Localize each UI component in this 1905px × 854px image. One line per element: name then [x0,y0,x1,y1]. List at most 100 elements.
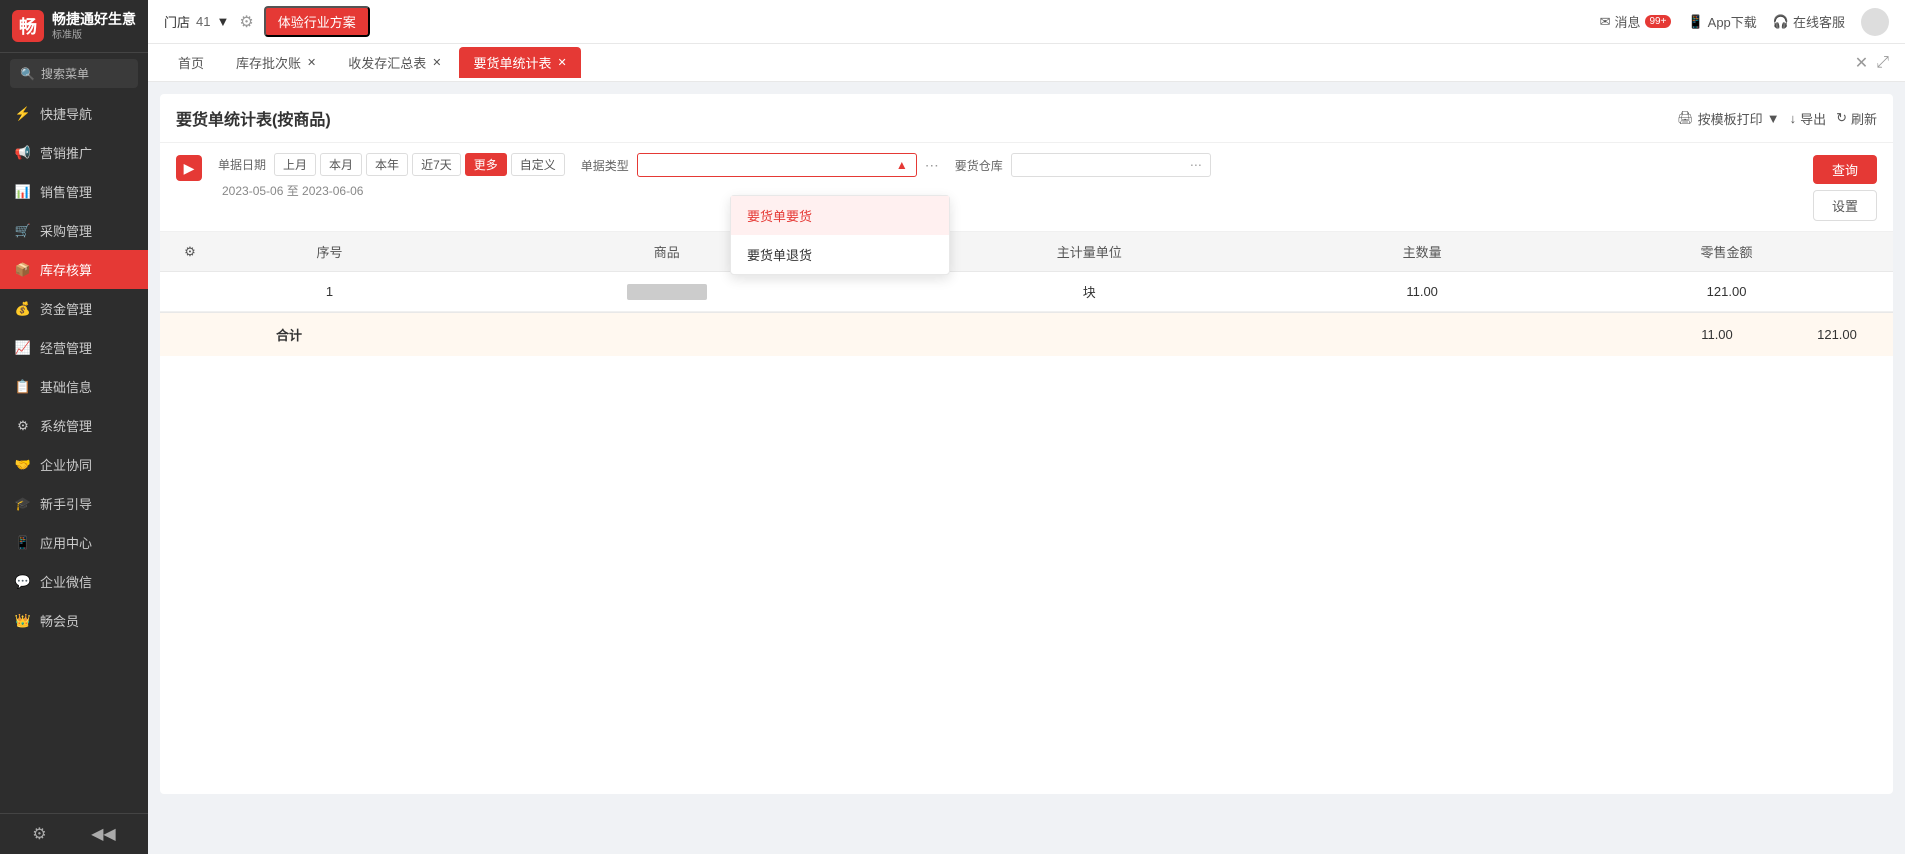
filter-bar: ▶ 单据日期 上月 本月 本年 近7天 更多 自定义 [160,143,1893,232]
warehouse-select-field[interactable]: ⋯ [1011,153,1211,177]
member-icon: 👑 [14,612,32,630]
sidebar-item-label: 销售管理 [40,182,92,201]
store-selector[interactable]: 门店 41 ▼ [164,12,229,31]
refresh-button[interactable]: ↻ 刷新 [1836,109,1877,128]
sidebar-item-basic-info[interactable]: 📋 基础信息 [0,367,148,406]
row-product-cell [439,272,894,312]
dropdown-item-requisition[interactable]: 要货单要货 [731,196,949,235]
footer-total-label: 合计 [276,325,302,344]
col-settings[interactable]: ⚙ [160,232,220,272]
online-service-button[interactable]: 🎧 在线客服 [1773,12,1845,31]
warehouse-more-icon: ⋯ [1190,158,1202,172]
row-amount-cell: 121.00 [1560,272,1893,312]
data-table: ⚙ 序号 商品 主计量单位 主数量 零售金额 1 [160,232,1893,312]
sidebar-item-system[interactable]: ⚙ 系统管理 [0,406,148,445]
col-qty: 主数量 [1284,232,1560,272]
tab-close-icon[interactable]: ✕ [432,56,441,69]
promo-button[interactable]: 体验行业方案 [264,6,370,37]
export-button[interactable]: ↓ 导出 [1790,109,1827,128]
table-container: ⚙ 序号 商品 主计量单位 主数量 零售金额 1 [160,232,1893,312]
query-button[interactable]: 查询 [1813,155,1877,184]
sidebar-item-label: 经营管理 [40,338,92,357]
sidebar-item-quick-nav[interactable]: ⚡ 快捷导航 [0,94,148,133]
type-select-field[interactable]: ▲ [637,153,917,177]
phone-icon: 📱 [1687,14,1703,30]
tabbar: 首页 库存批次账 ✕ 收发存汇总表 ✕ 要货单统计表 ✕ ✕ ⤢ [148,44,1905,82]
content-area: 要货单统计表(按商品) 🖨 按模板打印 ▼ ↓ 导出 ↻ 刷新 [148,82,1905,854]
store-dropdown-icon: ▼ [216,14,229,29]
expand-tabs-icon[interactable]: ⤢ [1876,54,1889,72]
print-icon: 🖨 [1677,110,1694,126]
settings-bottom-icon[interactable]: ⚙ [32,824,46,844]
type-more-icon[interactable]: ⋯ [925,157,939,174]
col-unit: 主计量单位 [894,232,1284,272]
purchase-icon: 🛒 [14,222,32,240]
marketing-icon: 📢 [14,144,32,162]
collaboration-icon: 🤝 [14,456,32,474]
quick-nav-icon: ⚡ [14,105,32,123]
headset-icon: 🎧 [1773,14,1789,30]
messages-button[interactable]: ✉ 消息 99+ [1600,12,1672,31]
guide-icon: 🎓 [14,495,32,513]
tab-label: 库存批次账 [236,53,301,72]
date-btn-this-month[interactable]: 本月 [320,153,362,176]
inventory-icon: 📦 [14,261,32,279]
settings-button[interactable]: 设置 [1813,190,1877,221]
tab-requisition[interactable]: 要货单统计表 ✕ [459,47,580,78]
sidebar-item-label: 企业微信 [40,572,92,591]
topbar-gear-icon[interactable]: ⚙ [239,12,253,32]
user-avatar[interactable] [1861,8,1889,36]
date-btn-last-month[interactable]: 上月 [274,153,316,176]
sidebar-item-collaboration[interactable]: 🤝 企业协同 [0,445,148,484]
dropdown-item-return[interactable]: 要货单退货 [731,235,949,274]
sidebar-item-guide[interactable]: 🎓 新手引导 [0,484,148,523]
table-footer: 合计 11.00 121.00 [160,312,1893,356]
sidebar-item-finance[interactable]: 💰 资金管理 [0,289,148,328]
operations-icon: 📈 [14,339,32,357]
sidebar-item-operations[interactable]: 📈 经营管理 [0,328,148,367]
sidebar-item-inventory[interactable]: 📦 库存核算 [0,250,148,289]
store-number: 41 [196,14,210,29]
date-btn-custom[interactable]: 自定义 [511,153,565,176]
close-all-tabs-icon[interactable]: ✕ [1855,53,1868,73]
sidebar-item-app-center[interactable]: 📱 应用中心 [0,523,148,562]
tab-collect-send[interactable]: 收发存汇总表 ✕ [334,47,455,78]
tab-home-label: 首页 [178,53,204,72]
date-btn-this-year[interactable]: 本年 [366,153,408,176]
footer-qty-value: 11.00 [1677,327,1757,342]
sidebar-item-sales[interactable]: 📊 销售管理 [0,172,148,211]
app-center-icon: 📱 [14,534,32,552]
tab-close-icon[interactable]: ✕ [307,56,316,69]
sidebar-item-enterprise-wechat[interactable]: 💬 企业微信 [0,562,148,601]
print-button[interactable]: 🖨 按模板打印 ▼ [1677,109,1779,128]
sidebar-item-label: 系统管理 [40,416,92,435]
sidebar-item-member[interactable]: 👑 畅会员 [0,601,148,640]
tab-label: 要货单统计表 [473,53,551,72]
date-btn-more[interactable]: 更多 [465,153,507,176]
search-icon: 🔍 [20,67,35,81]
sidebar-item-label: 基础信息 [40,377,92,396]
app-download-button[interactable]: 📱 App下载 [1687,12,1756,31]
tab-close-active-icon[interactable]: ✕ [558,56,567,69]
table-row: 1 块 11.00 121.00 [160,272,1893,312]
type-filter-label: 单据类型 [581,157,629,174]
search-menu-item[interactable]: 🔍 搜索菜单 [10,59,138,88]
finance-icon: 💰 [14,300,32,318]
print-dropdown-icon: ▼ [1767,111,1780,126]
sidebar-item-purchase[interactable]: 🛒 采购管理 [0,211,148,250]
type-dropdown-menu: 要货单要货 要货单退货 [730,195,950,275]
topbar: 门店 41 ▼ ⚙ 体验行业方案 ✉ 消息 99+ 📱 App下载 🎧 在线客服 [148,0,1905,44]
store-label: 门店 [164,12,190,31]
sidebar-item-label: 畅会员 [40,611,79,630]
sidebar-item-label: 新手引导 [40,494,92,513]
sidebar-item-label: 应用中心 [40,533,92,552]
tab-home[interactable]: 首页 [164,47,218,78]
sidebar-logo: 畅 畅捷通好生意 标准版 [0,0,148,53]
collapse-sidebar-icon[interactable]: ◀◀ [91,824,116,844]
filter-expand-button[interactable]: ▶ [176,155,202,181]
message-icon: ✉ [1600,14,1611,30]
date-btn-last7days[interactable]: 近7天 [412,153,461,176]
export-icon: ↓ [1790,111,1797,126]
sidebar-item-marketing[interactable]: 📢 营销推广 [0,133,148,172]
tab-inventory-batch[interactable]: 库存批次账 ✕ [222,47,330,78]
